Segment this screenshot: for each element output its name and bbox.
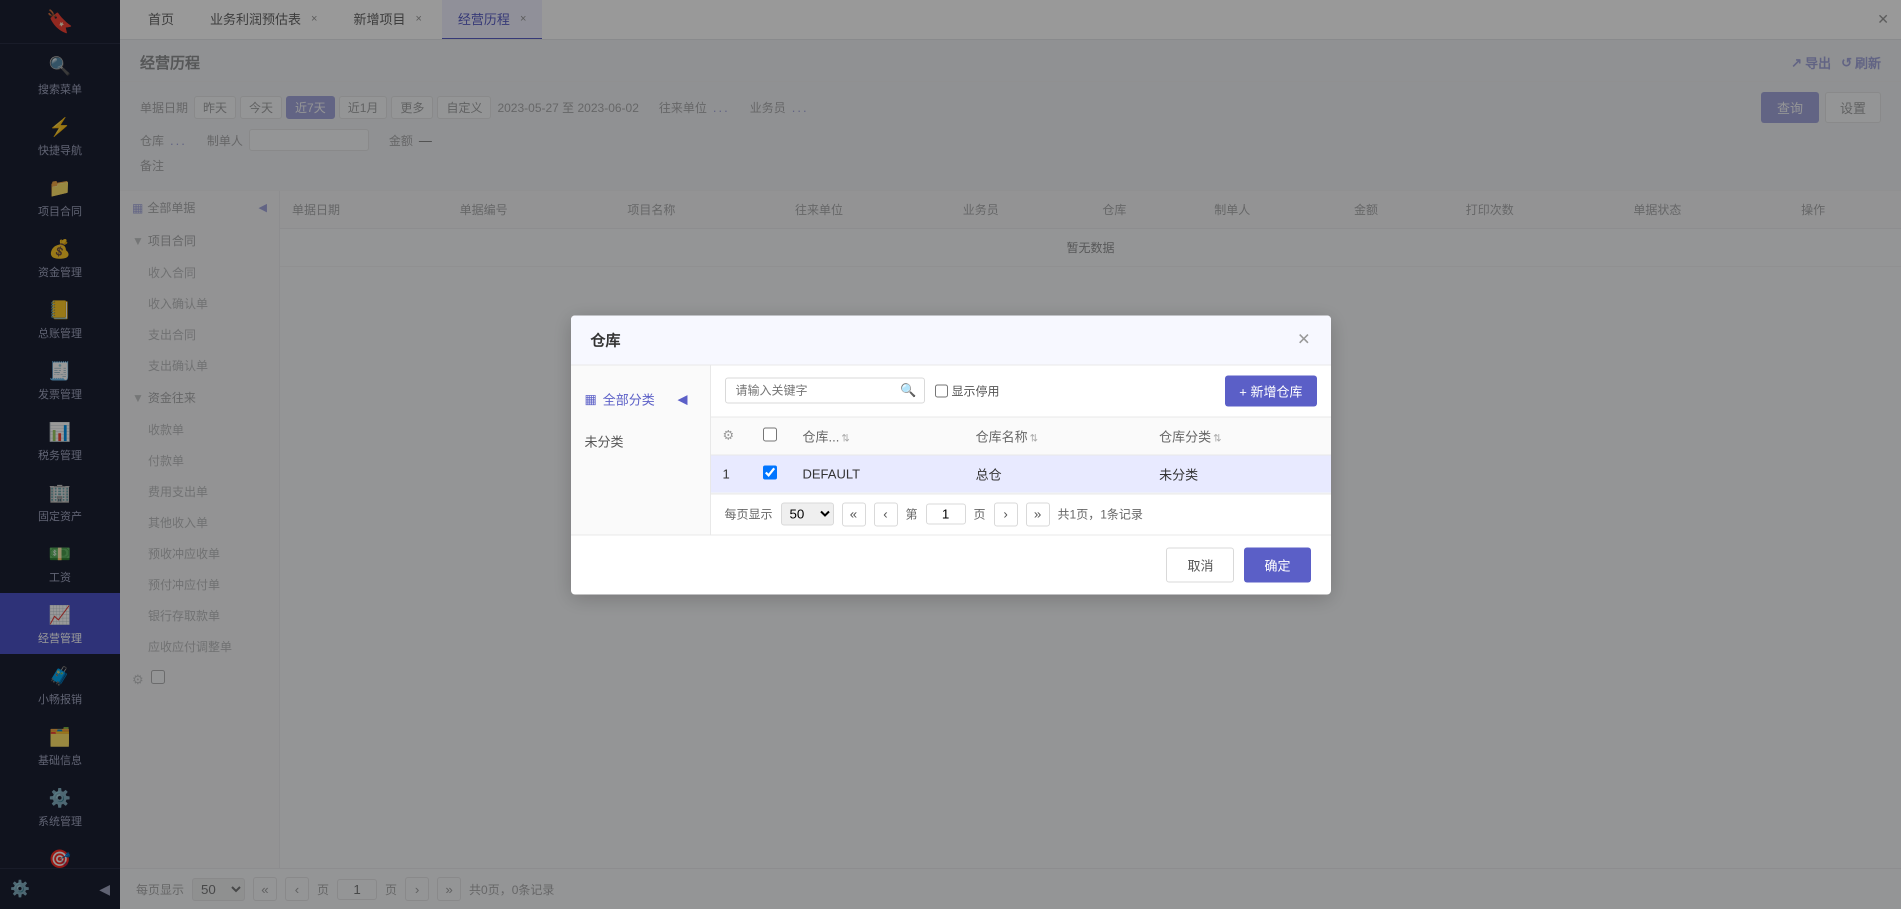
modal-sidebar-all[interactable]: ▦ 全部分类 ◀ (571, 375, 710, 423)
modal-sidebar-collapse[interactable]: ◀ (670, 383, 696, 415)
modal-page-suffix: 页 (974, 506, 986, 523)
modal-table-wrap: ⚙ 仓库...⇅ 仓库名称⇅ (711, 417, 1331, 493)
modal-last-page[interactable]: » (1026, 502, 1050, 526)
modal-per-page-select[interactable]: 50 100 (781, 503, 834, 526)
modal-actions: 取消 确定 (571, 534, 1331, 594)
row-category: 未分类 (1147, 455, 1330, 493)
modal-per-page-label: 每页显示 (725, 506, 773, 523)
modal-total-info: 共1页，1条记录 (1058, 506, 1143, 523)
add-warehouse-btn[interactable]: + 新增仓库 (1225, 375, 1316, 406)
search-icon: 🔍 (900, 383, 916, 399)
modal-body: ▦ 全部分类 ◀ 未分类 🔍 显示停用 + 新增仓库 (571, 365, 1331, 534)
col-category: 仓库分类⇅ (1147, 417, 1330, 455)
search-wrap: 🔍 (725, 378, 925, 404)
modal-header: 仓库 ✕ (571, 315, 1331, 365)
modal-page-label: 第 (906, 506, 918, 523)
col-name: 仓库名称⇅ (964, 417, 1147, 455)
modal-sidebar: ▦ 全部分类 ◀ 未分类 (571, 365, 711, 534)
modal-title: 仓库 (591, 329, 621, 350)
modal-page-input[interactable] (926, 504, 966, 525)
modal-next-page[interactable]: › (994, 502, 1018, 526)
row-index: 1 (711, 455, 751, 493)
modal-sidebar-uncategorized[interactable]: 未分类 (571, 423, 710, 458)
show-disabled-label: 显示停用 (952, 382, 1000, 399)
row-checkbox[interactable] (751, 455, 791, 493)
col-gear: ⚙ (711, 417, 751, 455)
modal-close-btn[interactable]: ✕ (1297, 330, 1310, 350)
modal-table: ⚙ 仓库...⇅ 仓库名称⇅ (711, 417, 1331, 493)
modal-main-content: 🔍 显示停用 + 新增仓库 ⚙ (711, 365, 1331, 534)
modal-uncategorized-label: 未分类 (585, 431, 624, 450)
modal-pagination: 每页显示 50 100 « ‹ 第 页 › » 共1页，1条记录 (711, 493, 1331, 534)
modal-prev-page[interactable]: ‹ (874, 502, 898, 526)
modal-first-page[interactable]: « (842, 502, 866, 526)
confirm-btn[interactable]: 确定 (1244, 547, 1310, 582)
select-all-modal[interactable] (763, 427, 777, 441)
col-code: 仓库...⇅ (791, 417, 964, 455)
gear-icon-modal[interactable]: ⚙ (723, 428, 735, 443)
modal-all-label: 全部分类 (603, 390, 655, 409)
col-checkbox (751, 417, 791, 455)
cancel-btn[interactable]: 取消 (1166, 547, 1234, 582)
table-row[interactable]: 1 DEFAULT 总仓 未分类 (711, 455, 1331, 493)
grid-icon: ▦ (585, 391, 597, 407)
modal-toolbar: 🔍 显示停用 + 新增仓库 (711, 365, 1331, 417)
modal-search-input[interactable] (725, 378, 925, 404)
show-disabled-input[interactable] (935, 384, 948, 397)
row-code: DEFAULT (791, 455, 964, 493)
row-name: 总仓 (964, 455, 1147, 493)
show-disabled-checkbox[interactable]: 显示停用 (935, 382, 1000, 399)
modal-table-header: ⚙ 仓库...⇅ 仓库名称⇅ (711, 417, 1331, 455)
warehouse-modal: 仓库 ✕ ▦ 全部分类 ◀ 未分类 🔍 (571, 315, 1331, 594)
